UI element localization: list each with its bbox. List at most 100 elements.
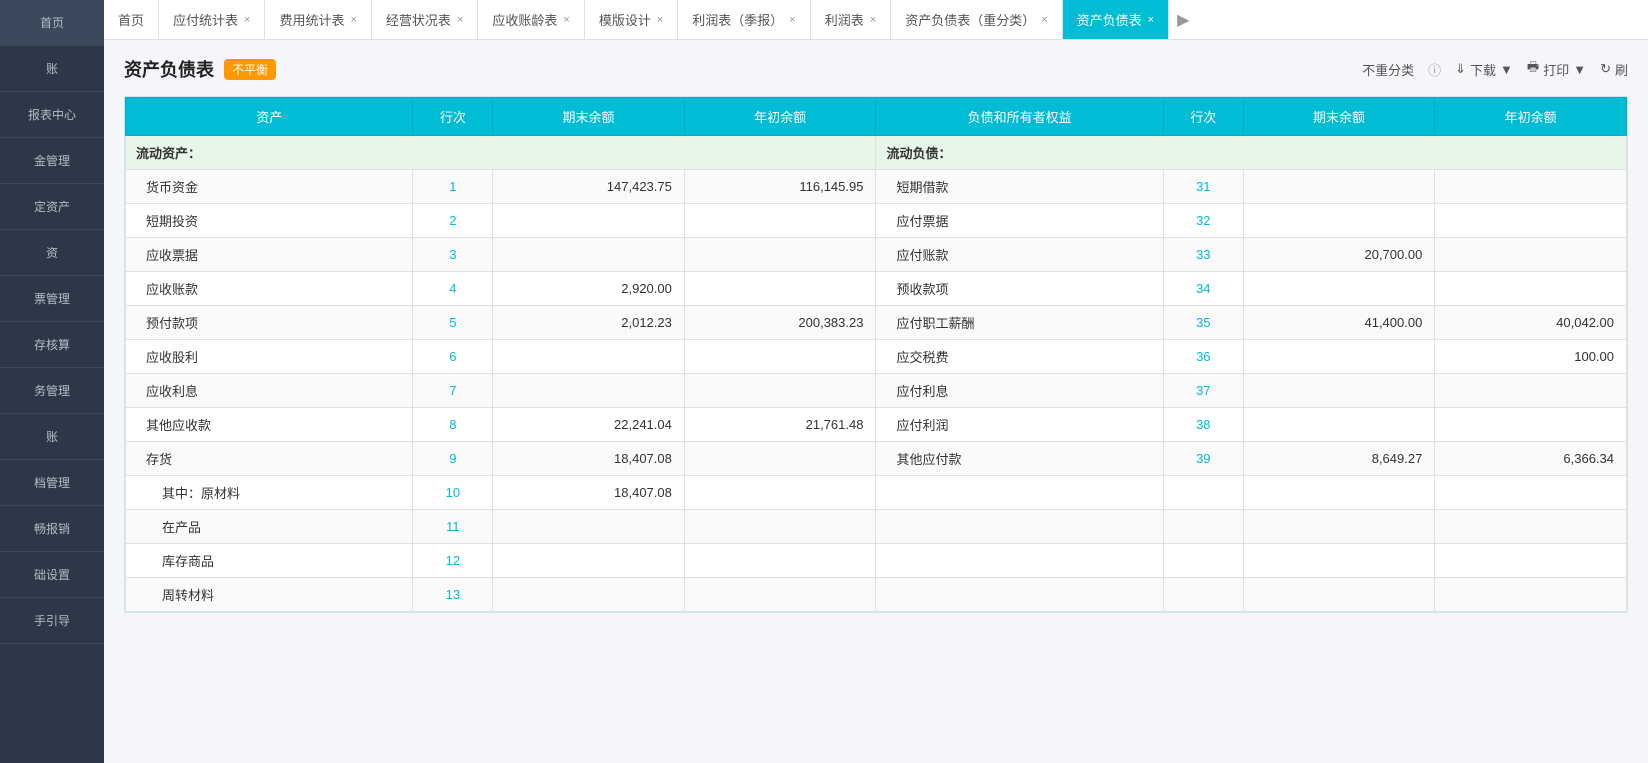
close-tab-balance-reclassified[interactable]: × [1041,14,1047,26]
left-row-num: 10 [413,476,493,510]
tab-profit[interactable]: 利润表× [811,0,891,40]
left-row-num: 6 [413,340,493,374]
sidebar-item-ledger[interactable]: 账 [0,414,104,460]
sidebar-item-fund[interactable]: 金管理 [0,138,104,184]
print-btn[interactable]: 🖶 打印 ▼ [1527,58,1586,80]
section-right-label: 流动负债： [876,136,1627,170]
right-row-num: 35 [1163,306,1243,340]
right-end-balance [1243,170,1435,204]
sidebar-item-settings[interactable]: 础设置 [0,552,104,598]
left-name: 短期投资 [126,204,413,238]
close-tab-payable-stats[interactable]: × [244,14,250,26]
close-tab-template-design[interactable]: × [657,14,663,26]
sidebar-item-fixed-assets[interactable]: 定资产 [0,184,104,230]
right-name: 应交税费 [876,340,1163,374]
tab-template-design[interactable]: 模版设计× [585,0,678,40]
right-name: 应付职工薪酬 [876,306,1163,340]
table-row[interactable]: 存货 9 18,407.08 其他应付款 39 8,649.27 6,366.3… [126,442,1627,476]
col-begin-balance-left: 年初余额 [684,98,876,136]
left-begin-balance [684,204,876,238]
right-end-balance [1243,204,1435,238]
sidebar-item-report-center[interactable]: 报表中心 [0,92,104,138]
right-row-num [1163,510,1243,544]
toolbar-right: 不重分类 ⓘ ⇓ 下载 ▼ 🖶 打印 ▼ ↻ 刷 [1362,58,1628,80]
left-begin-balance [684,238,876,272]
table-row[interactable]: 其他应收款 8 22,241.04 21,761.48 应付利润 38 [126,408,1627,442]
right-begin-balance [1435,170,1627,204]
sidebar-item-expense[interactable]: 畅报销 [0,506,104,552]
tab-balance[interactable]: 资产负债表× [1063,0,1169,40]
col-liabilities: 负债和所有者权益 [876,98,1163,136]
left-end-balance [493,510,685,544]
table-row[interactable]: 应收账款 4 2,920.00 预收款项 34 [126,272,1627,306]
right-name: 其他应付款 [876,442,1163,476]
left-begin-balance [684,578,876,612]
close-tab-receivable-aging[interactable]: × [563,14,569,26]
left-end-balance: 18,407.08 [493,476,685,510]
table-row[interactable]: 在产品 11 [126,510,1627,544]
table-row[interactable]: 短期投资 2 应付票据 32 [126,204,1627,238]
close-tab-balance[interactable]: × [1148,14,1154,26]
left-row-num: 7 [413,374,493,408]
sidebar-item-home[interactable]: 首页 [0,0,104,46]
sidebar-item-guide[interactable]: 手引导 [0,598,104,644]
main-area: 首页 应付统计表× 费用统计表× 经营状况表× 应收账龄表× 模版设计× 利润表… [104,0,1648,763]
close-tab-profit[interactable]: × [870,14,876,26]
table-row[interactable]: 其中：原材料 10 18,407.08 [126,476,1627,510]
tab-profit-quarterly[interactable]: 利润表（季报）× [678,0,810,40]
unbalanced-badge: 不平衡 [224,59,276,80]
right-name: 应付利润 [876,408,1163,442]
refresh-btn[interactable]: ↻ 刷 [1600,60,1628,79]
table-row[interactable]: 预付款项 5 2,012.23 200,383.23 应付职工薪酬 35 41,… [126,306,1627,340]
left-row-num: 4 [413,272,493,306]
sidebar-item-capital[interactable]: 资 [0,230,104,276]
tab-home[interactable]: 首页 [104,0,159,40]
table-row[interactable]: 周转材料 13 [126,578,1627,612]
sidebar-item-archive[interactable]: 档管理 [0,460,104,506]
tab-balance-reclassified[interactable]: 资产负债表（重分类）× [891,0,1062,40]
close-tab-expense-stats[interactable]: × [350,14,356,26]
sidebar-item-ticket[interactable]: 票管理 [0,276,104,322]
tab-operations[interactable]: 经营状况表× [372,0,478,40]
right-name [876,578,1163,612]
tabs-scroll-right[interactable]: ▶ [1169,10,1197,30]
col-end-balance-right: 期末余额 [1243,98,1435,136]
table-row[interactable]: 应收利息 7 应付利息 37 [126,374,1627,408]
left-begin-balance [684,510,876,544]
left-name: 其他应收款 [126,408,413,442]
left-begin-balance [684,442,876,476]
close-tab-operations[interactable]: × [457,14,463,26]
right-name: 应付利息 [876,374,1163,408]
left-begin-balance [684,544,876,578]
page-title: 资产负债表 [124,56,214,82]
sidebar-item-business[interactable]: 务管理 [0,368,104,414]
right-end-balance [1243,272,1435,306]
left-name: 应收票据 [126,238,413,272]
page-title-area: 资产负债表 不平衡 [124,56,276,82]
table-row[interactable]: 应收股利 6 应交税费 36 100.00 [126,340,1627,374]
tab-receivable-aging[interactable]: 应收账龄表× [478,0,584,40]
table-row[interactable]: 库存商品 12 [126,544,1627,578]
no-reclassify-label[interactable]: 不重分类 [1362,60,1414,79]
right-begin-balance [1435,510,1627,544]
right-begin-balance [1435,578,1627,612]
left-row-num: 3 [413,238,493,272]
tab-payable-stats[interactable]: 应付统计表× [159,0,265,40]
sidebar-item-account[interactable]: 账 [0,46,104,92]
table-row[interactable]: 应收票据 3 应付账款 33 20,700.00 [126,238,1627,272]
close-tab-profit-quarterly[interactable]: × [789,14,795,26]
sidebar-item-inventory[interactable]: 存核算 [0,322,104,368]
help-icon[interactable]: ⓘ [1428,60,1441,79]
left-end-balance: 2,920.00 [493,272,685,306]
section-row-0: 流动资产： 流动负债： [126,136,1627,170]
table-row[interactable]: 货币资金 1 147,423.75 116,145.95 短期借款 31 [126,170,1627,204]
download-btn[interactable]: ⇓ 下载 ▼ [1455,60,1513,79]
left-name: 应收账款 [126,272,413,306]
left-row-num: 9 [413,442,493,476]
left-begin-balance [684,272,876,306]
tab-expense-stats[interactable]: 费用统计表× [265,0,371,40]
left-end-balance: 147,423.75 [493,170,685,204]
right-begin-balance [1435,408,1627,442]
right-begin-balance [1435,374,1627,408]
right-end-balance [1243,374,1435,408]
